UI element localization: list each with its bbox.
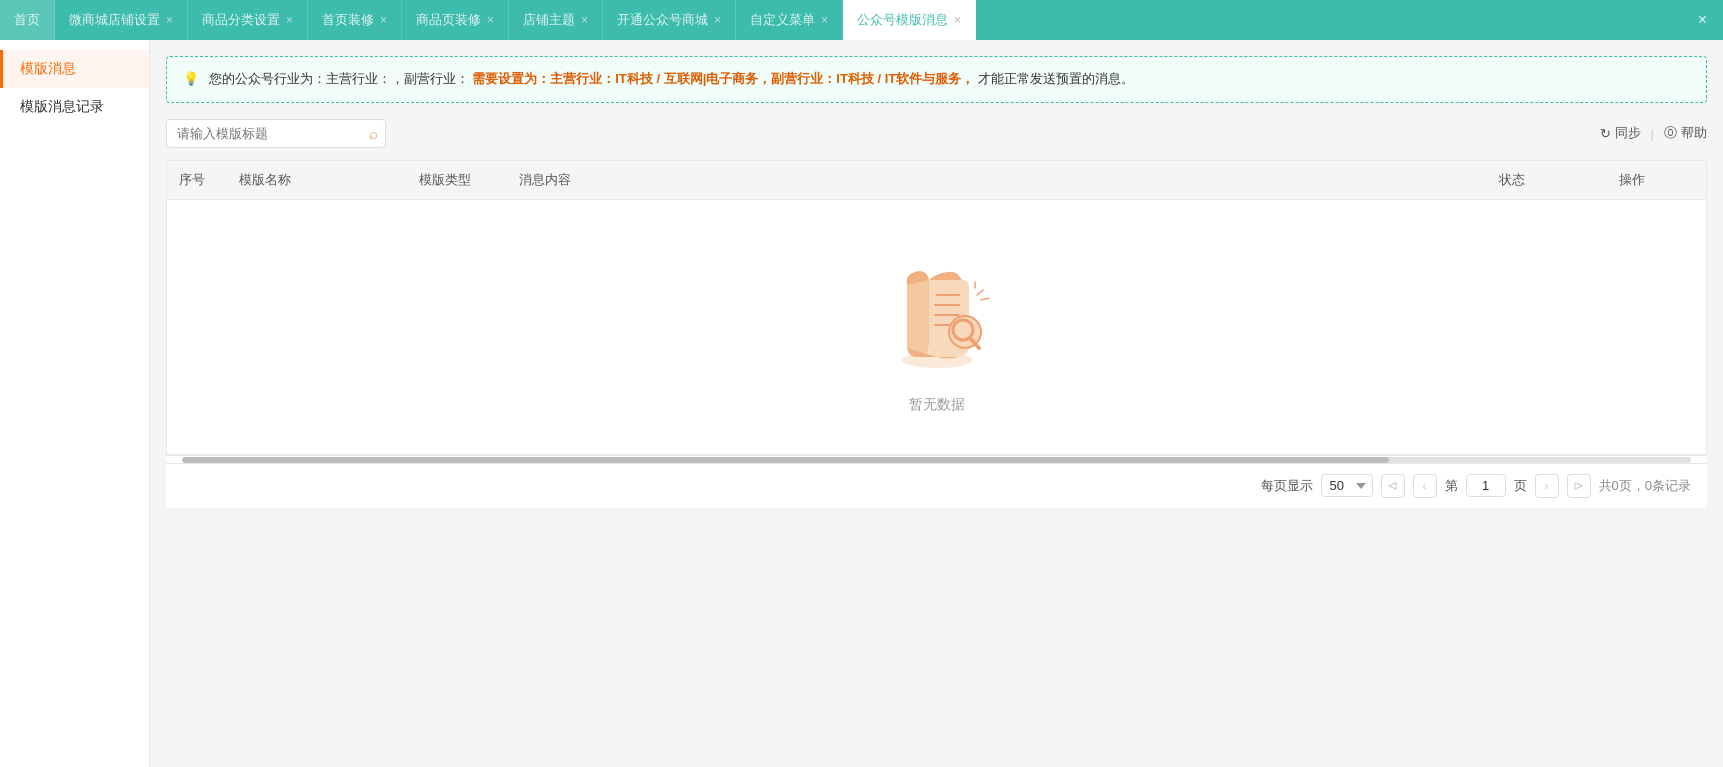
table-header-index: 序号 — [167, 160, 227, 199]
table-header: 序号模版名称模版类型消息内容状态操作 — [167, 160, 1707, 199]
nav-tab-template-msg[interactable]: 公众号模版消息 × — [843, 0, 976, 40]
help-icon: ⓪ — [1664, 124, 1677, 142]
nav-tab-product-decor[interactable]: 商品页装修 × — [402, 0, 509, 40]
nav-tab-close-wechat-shop[interactable]: × — [166, 13, 173, 27]
nav-tab-close-category[interactable]: × — [286, 13, 293, 27]
svg-line-9 — [981, 298, 989, 300]
search-icon[interactable]: ⌕ — [369, 125, 378, 142]
table-header-name: 模版名称 — [227, 160, 407, 199]
table-header-type: 模版类型 — [407, 160, 507, 199]
page-suffix: 页 — [1514, 477, 1527, 495]
nav-tab-open-mall[interactable]: 开通公众号商城 × — [603, 0, 736, 40]
top-navigation: 首页微商城店铺设置×商品分类设置×首页装修×商品页装修×店铺主题×开通公众号商城… — [0, 0, 1723, 40]
toolbar-right: ↻ 同步 | ⓪ 帮助 — [1600, 124, 1707, 142]
nav-tab-wechat-shop[interactable]: 微商城店铺设置 × — [55, 0, 188, 40]
global-close-button[interactable]: × — [1682, 11, 1723, 29]
main-content: 💡 您的公众号行业为：主营行业：，副营行业： 需要设置为：主营行业：IT科技 /… — [150, 40, 1723, 767]
empty-text: 暂无数据 — [167, 396, 1706, 414]
notice-highlight: 需要设置为：主营行业：IT科技 / 互联网|电子商务，副营行业：IT科技 / I… — [472, 71, 974, 86]
table-header-content: 消息内容 — [507, 160, 1487, 199]
page-input[interactable] — [1466, 474, 1506, 497]
last-page-button[interactable]: ⊳ — [1567, 474, 1591, 498]
nav-tab-category[interactable]: 商品分类设置 × — [188, 0, 308, 40]
nav-tab-label-home: 首页 — [14, 11, 40, 29]
notice-prefix: 您的公众号行业为：主营行业：，副营行业： — [209, 71, 469, 86]
nav-tab-homepage-decor[interactable]: 首页装修 × — [308, 0, 402, 40]
data-table: 序号模版名称模版类型消息内容状态操作 — [166, 160, 1707, 455]
empty-state-row: 暂无数据 — [167, 199, 1707, 454]
sidebar-item-template-message-log[interactable]: 模版消息记录 — [0, 88, 149, 126]
sidebar-item-template-message[interactable]: 模版消息 — [0, 50, 149, 88]
nav-tab-close-product-decor[interactable]: × — [487, 13, 494, 27]
scrollbar-area[interactable] — [166, 455, 1707, 463]
nav-tab-label-shop-theme: 店铺主题 — [523, 11, 575, 29]
nav-tab-label-homepage-decor: 首页装修 — [322, 11, 374, 29]
nav-tab-label-wechat-shop: 微商城店铺设置 — [69, 11, 160, 29]
table-body: 暂无数据 — [167, 199, 1707, 454]
nav-tab-close-custom-menu[interactable]: × — [821, 13, 828, 27]
nav-tab-close-homepage-decor[interactable]: × — [380, 13, 387, 27]
sidebar: 模版消息模版消息记录 — [0, 40, 150, 767]
empty-state: 暂无数据 — [167, 200, 1706, 454]
total-text: 共0页，0条记录 — [1599, 477, 1691, 495]
nav-tab-label-custom-menu: 自定义菜单 — [750, 11, 815, 29]
nav-tab-custom-menu[interactable]: 自定义菜单 × — [736, 0, 843, 40]
notice-suffix: 才能正常发送预置的消息。 — [978, 71, 1134, 86]
toolbar-divider: | — [1651, 126, 1654, 141]
nav-tab-label-template-msg: 公众号模版消息 — [857, 11, 948, 29]
next-page-button[interactable]: › — [1535, 474, 1559, 498]
nav-tab-close-shop-theme[interactable]: × — [581, 13, 588, 27]
nav-tab-label-category: 商品分类设置 — [202, 11, 280, 29]
help-button[interactable]: ⓪ 帮助 — [1664, 124, 1707, 142]
first-page-button[interactable]: ⊲ — [1381, 474, 1405, 498]
nav-tab-shop-theme[interactable]: 店铺主题 × — [509, 0, 603, 40]
sync-icon: ↻ — [1600, 126, 1611, 141]
search-bar: ⌕ ↻ 同步 | ⓪ 帮助 — [166, 119, 1707, 148]
nav-tab-label-product-decor: 商品页装修 — [416, 11, 481, 29]
search-input-wrap: ⌕ — [166, 119, 386, 148]
page-label: 第 — [1445, 477, 1458, 495]
page-size-label: 每页显示 — [1261, 477, 1313, 495]
nav-tab-label-open-mall: 开通公众号商城 — [617, 11, 708, 29]
page-size-select[interactable]: 102050100 — [1321, 474, 1373, 497]
scrollbar-thumb — [182, 457, 1389, 463]
svg-line-8 — [977, 290, 983, 295]
sync-label: 同步 — [1615, 124, 1641, 142]
search-input[interactable] — [166, 119, 386, 148]
nav-tab-close-template-msg[interactable]: × — [954, 13, 961, 27]
pagination: 每页显示 102050100 ⊲ ‹ 第 页 › ⊳ 共0页，0条记录 — [166, 463, 1707, 508]
empty-illustration — [877, 260, 997, 380]
table-header-action: 操作 — [1607, 160, 1707, 199]
notice-banner: 💡 您的公众号行业为：主营行业：，副营行业： 需要设置为：主营行业：IT科技 /… — [166, 56, 1707, 103]
prev-page-button[interactable]: ‹ — [1413, 474, 1437, 498]
help-label: 帮助 — [1681, 124, 1707, 142]
bulb-icon: 💡 — [183, 71, 199, 86]
main-layout: 模版消息模版消息记录 💡 您的公众号行业为：主营行业：，副营行业： 需要设置为：… — [0, 40, 1723, 767]
sync-button[interactable]: ↻ 同步 — [1600, 124, 1641, 142]
table-header-row: 序号模版名称模版类型消息内容状态操作 — [167, 160, 1707, 199]
nav-tab-close-open-mall[interactable]: × — [714, 13, 721, 27]
nav-tab-home[interactable]: 首页 — [0, 0, 55, 40]
scrollbar-track — [182, 457, 1691, 463]
table-header-status: 状态 — [1487, 160, 1607, 199]
